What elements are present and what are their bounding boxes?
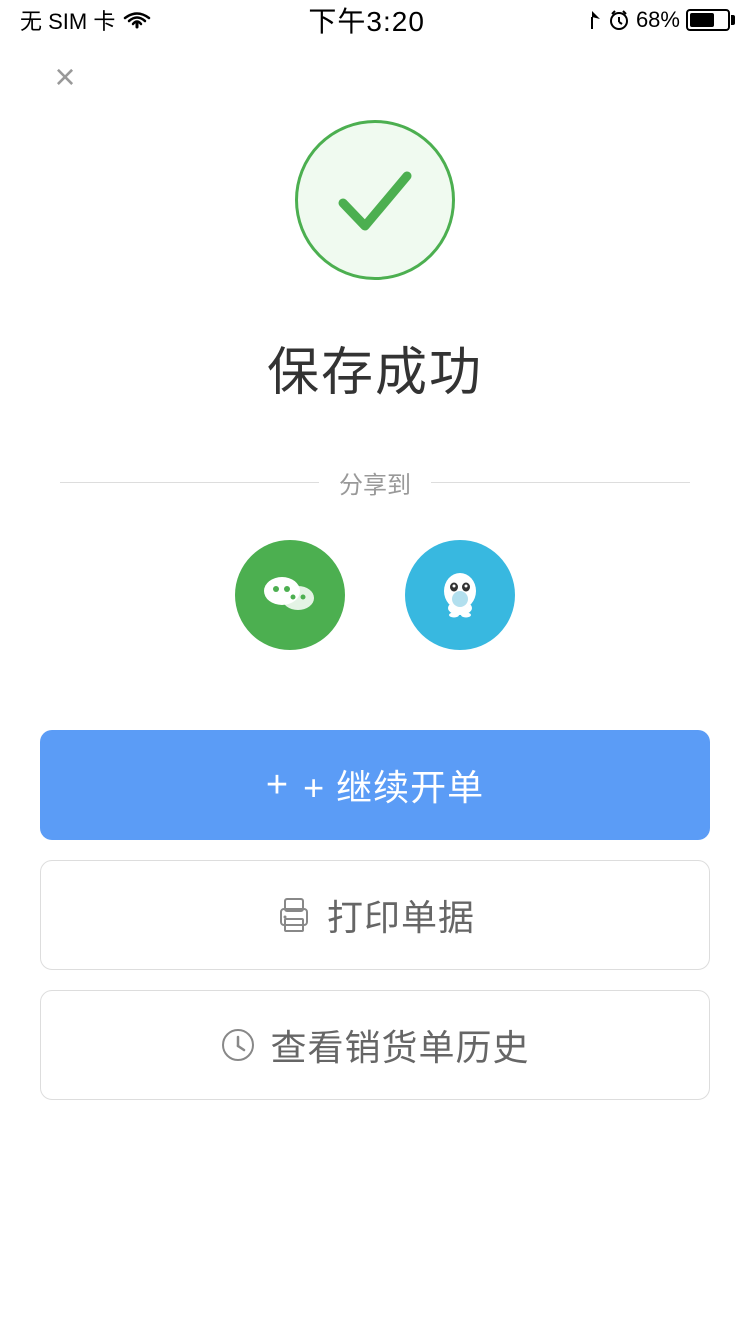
status-time: 下午3:20 (308, 0, 425, 40)
qq-logo-icon (428, 563, 493, 628)
main-content: 保存成功 分享到 (0, 40, 750, 1100)
share-section: 分享到 (0, 465, 750, 650)
action-buttons: + + 继续开单 打印单据 查看销货单历史 (0, 730, 750, 1100)
wifi-icon (123, 9, 151, 31)
success-circle (295, 120, 455, 280)
wechat-logo-icon (258, 563, 323, 628)
continue-plus-icon: + (266, 764, 289, 807)
battery-percent: 68% (636, 7, 680, 33)
continue-label: + 继续开单 (303, 759, 484, 811)
print-button[interactable]: 打印单据 (40, 860, 710, 970)
print-label: 打印单据 (327, 889, 475, 941)
success-title: 保存成功 (267, 330, 483, 405)
history-icon (220, 1027, 256, 1063)
print-icon (275, 897, 313, 933)
close-icon: × (54, 59, 75, 95)
status-right: 68% (582, 7, 730, 33)
sim-text: 无 SIM 卡 (20, 4, 115, 36)
share-icons (60, 540, 690, 650)
divider-row: 分享到 (60, 465, 690, 500)
share-label: 分享到 (339, 465, 411, 500)
divider-left (60, 482, 319, 483)
status-left: 无 SIM 卡 (20, 4, 151, 36)
close-button[interactable]: × (40, 52, 90, 102)
qq-share-button[interactable] (405, 540, 515, 650)
alarm-icon (608, 9, 630, 31)
status-bar: 无 SIM 卡 下午3:20 68% (0, 0, 750, 40)
wechat-share-button[interactable] (235, 540, 345, 650)
history-label: 查看销货单历史 (270, 1019, 529, 1071)
divider-right (431, 482, 690, 483)
history-button[interactable]: 查看销货单历史 (40, 990, 710, 1100)
battery-icon (686, 9, 730, 31)
checkmark-icon (335, 168, 415, 233)
continue-button[interactable]: + + 继续开单 (40, 730, 710, 840)
location-icon (582, 9, 602, 31)
